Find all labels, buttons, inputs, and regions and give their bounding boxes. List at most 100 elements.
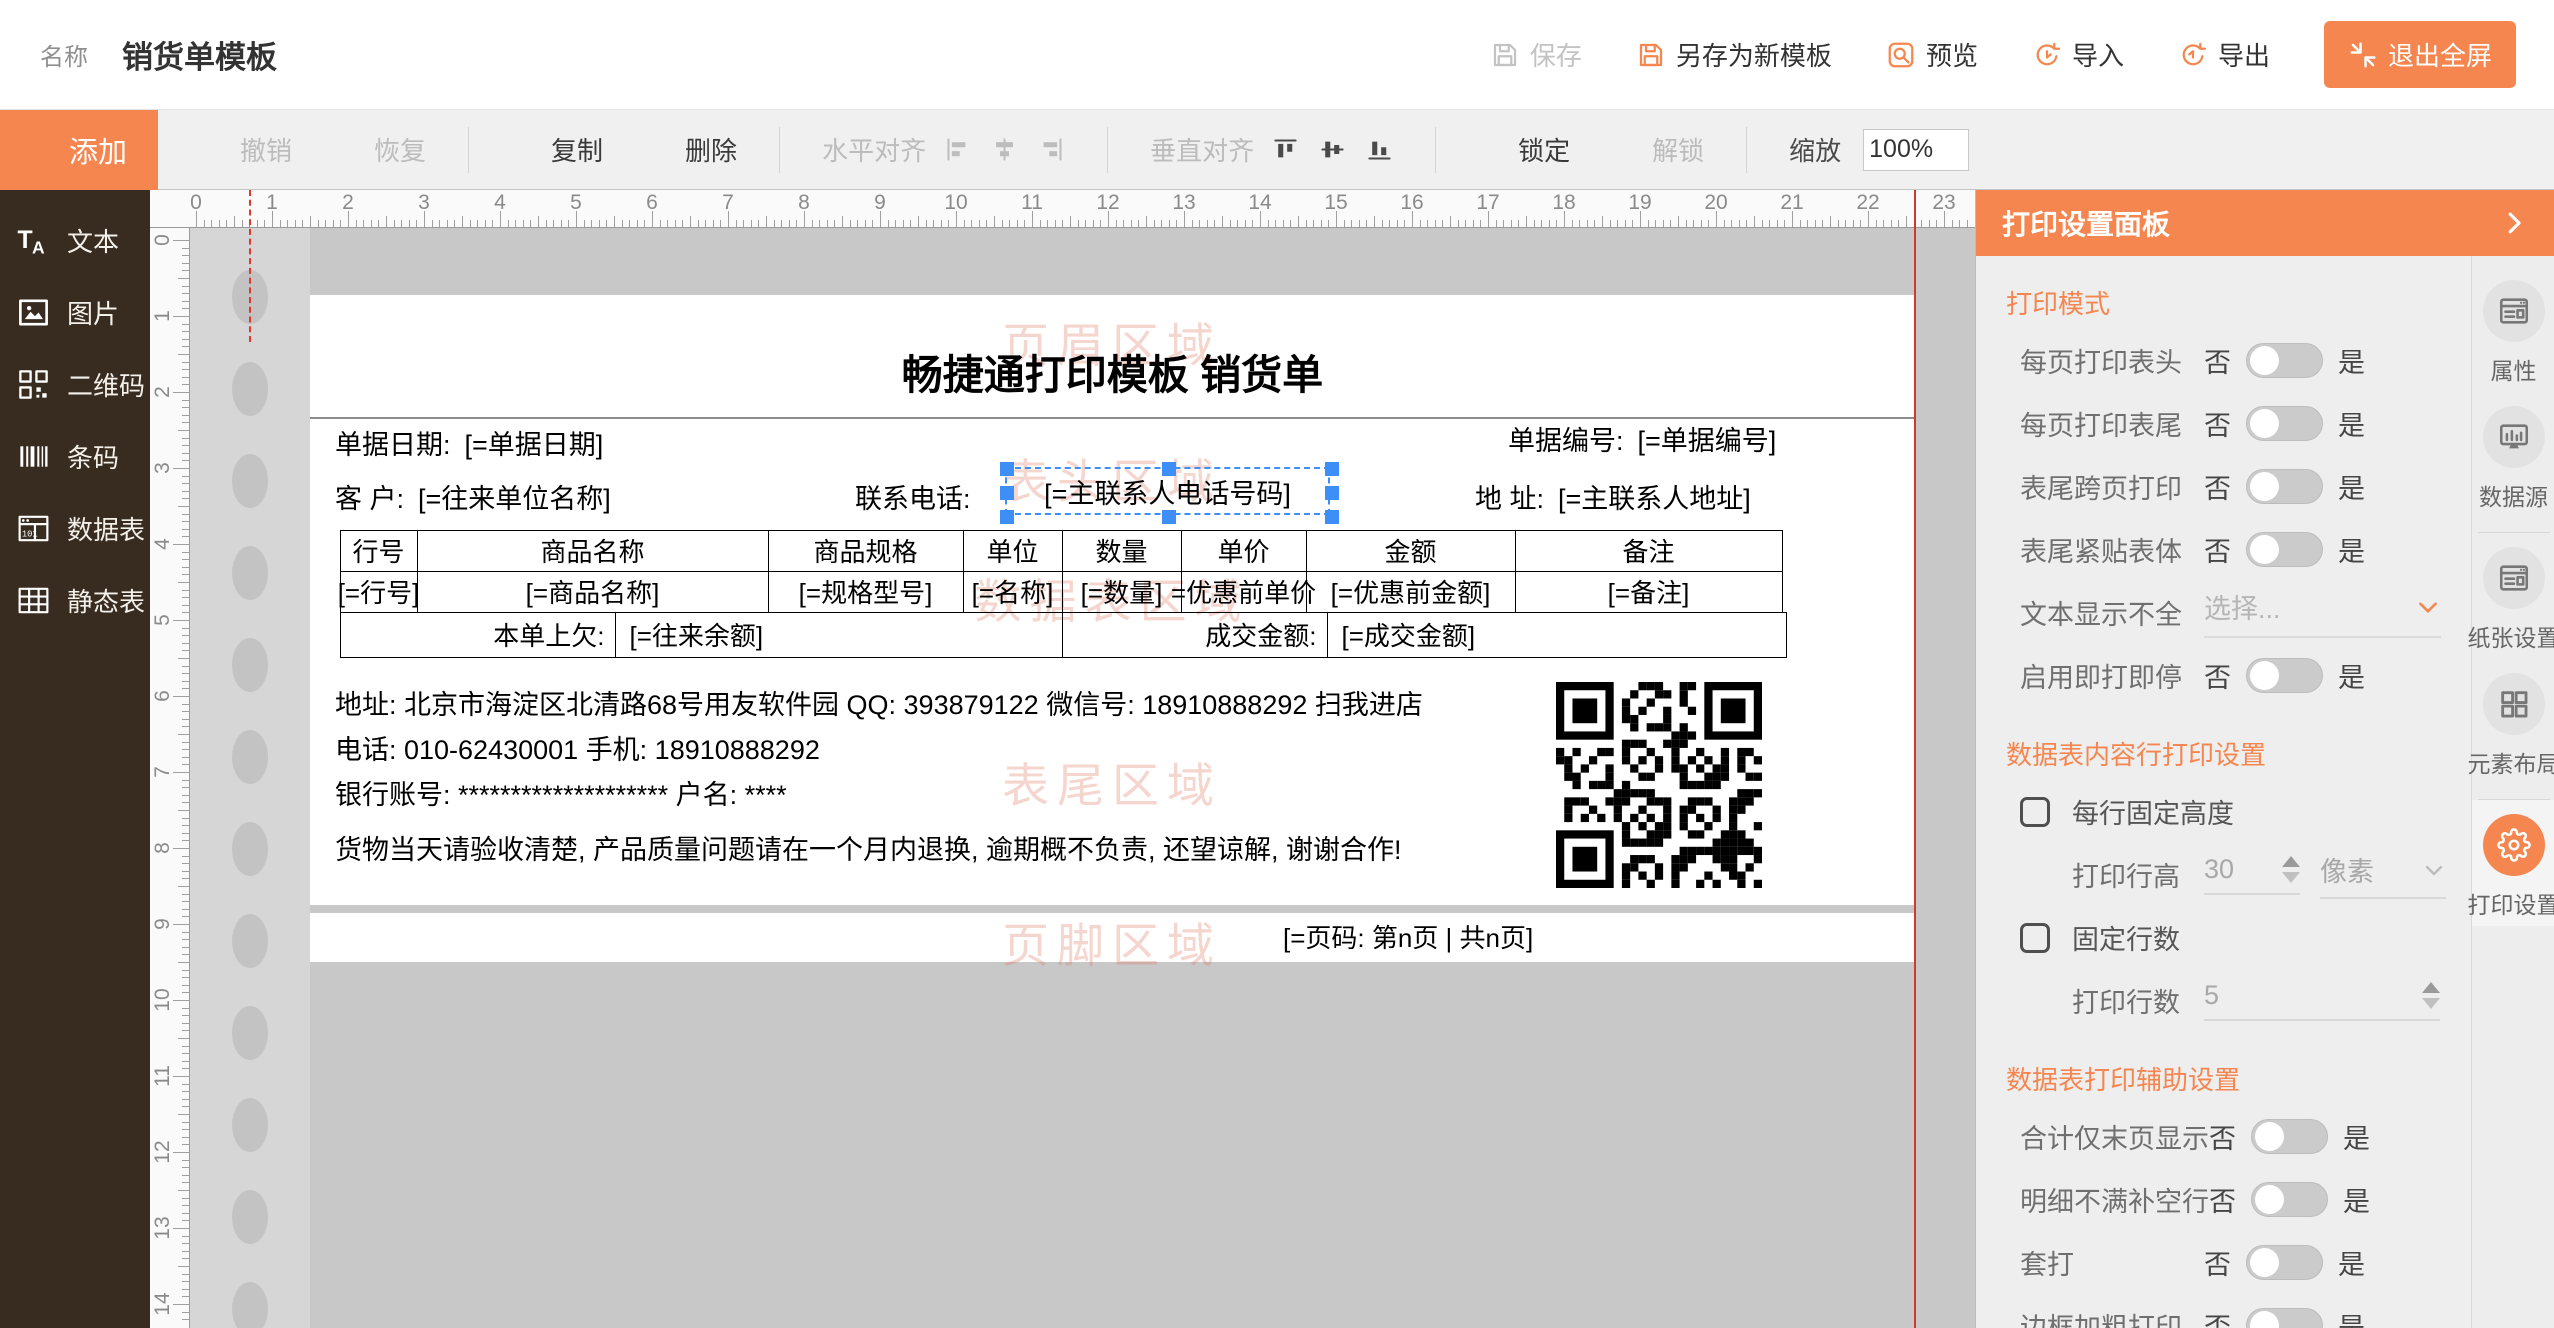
exit-fullscreen-button[interactable]: 退出全屏: [2323, 21, 2516, 88]
table-total-cell[interactable]: [=成交金额]: [1326, 611, 1787, 658]
document-page[interactable]: 页眉区域 表头区域 数据表区域 表尾区域 页脚区域 畅捷通打印模板 销货单 单据日期: [=单…: [310, 295, 1915, 972]
redo-button[interactable]: 恢复: [334, 131, 426, 168]
checkbox[interactable]: [2020, 796, 2050, 827]
table-data-cell[interactable]: [=优惠前金额]: [1305, 570, 1516, 613]
align-top-icon[interactable]: [1272, 136, 1299, 163]
page-number-placeholder[interactable]: [=页码: 第n页 | 共n页]: [1283, 918, 1533, 955]
selected-phone-field[interactable]: [=主联系人电话号码]: [1000, 462, 1339, 524]
align-bottom-icon[interactable]: [1366, 136, 1393, 163]
table-data-cell[interactable]: [=数量]: [1061, 570, 1182, 613]
design-canvas[interactable]: 0 1 2 3 4 5 6 7 8 9 10 11 12 13 14 15 16 17 18 19 20 21 22 23 0…: [150, 190, 1975, 1328]
footer-text-line[interactable]: 地址: 北京市海淀区北清路68号用友软件园 QQ: 393879122 微信号:…: [335, 683, 1423, 722]
selection-handle[interactable]: [1000, 510, 1014, 524]
doc-number-field[interactable]: 单据编号: [=单据编号]: [1508, 419, 1776, 458]
selection-handle[interactable]: [1325, 486, 1339, 500]
sidebar-item-barcode[interactable]: 条码: [0, 420, 150, 492]
stepper-up-icon[interactable]: [2422, 982, 2440, 993]
footer-text-line[interactable]: 银行账号: ******************** 户名: ****: [335, 773, 787, 812]
align-middle-icon[interactable]: [1319, 136, 1346, 163]
text-overflow-select[interactable]: 选择...: [2204, 587, 2441, 638]
doc-date-field[interactable]: 单据日期: [=单据日期]: [335, 423, 603, 462]
toggle-switch[interactable]: [2246, 469, 2323, 504]
stepper-down-icon[interactable]: [2282, 872, 2300, 883]
add-button[interactable]: 添加: [0, 109, 158, 190]
align-center-h-icon[interactable]: [991, 136, 1018, 163]
save-as-new-template-button[interactable]: 另存为新模板: [1636, 36, 1832, 73]
sidebar-item-text[interactable]: T A 文本: [0, 204, 150, 276]
align-right-icon[interactable]: [1038, 136, 1065, 163]
number-stepper[interactable]: [2282, 856, 2300, 883]
toggle-switch[interactable]: [2246, 406, 2323, 441]
phone-field-label[interactable]: 联系电话:: [855, 477, 971, 516]
sidebar-item-static-table[interactable]: 静态表: [0, 564, 150, 636]
customer-field[interactable]: 客 户: [=往来单位名称]: [335, 477, 611, 516]
table-total-cell[interactable]: 本单上欠:: [339, 611, 616, 658]
table-header-cell[interactable]: 数量: [1061, 529, 1182, 572]
sidebar-item-data-table[interactable]: 101 数据表: [0, 492, 150, 564]
footer-text-line[interactable]: 货物当天请验收清楚, 产品质量问题请在一个月内退换, 逾期概不负责, 还望谅解,…: [335, 828, 1402, 867]
unlock-button[interactable]: 解锁: [1612, 131, 1704, 168]
save-button[interactable]: 保存: [1490, 36, 1582, 73]
checkbox[interactable]: [2020, 922, 2050, 953]
ruler-tick: [182, 726, 189, 728]
table-data-cell[interactable]: =优惠前单价: [1171, 570, 1316, 613]
dock-item-data-source[interactable]: 数据源: [2472, 392, 2554, 518]
preview-button[interactable]: 预览: [1886, 36, 1978, 73]
table-total-cell[interactable]: 成交金额:: [1061, 611, 1328, 658]
toggle-switch[interactable]: [2246, 1308, 2323, 1328]
stepper-down-icon[interactable]: [2422, 998, 2440, 1009]
footer-text-line[interactable]: 电话: 010-62430001 手机: 18910888292: [335, 728, 820, 767]
table-data-cell[interactable]: [=备注]: [1514, 570, 1783, 613]
table-data-cell[interactable]: [=名称]: [962, 570, 1063, 613]
table-data-cell[interactable]: [=规格型号]: [767, 570, 964, 613]
toggle-switch[interactable]: [2246, 343, 2323, 378]
unit-select[interactable]: 像素: [2320, 850, 2446, 899]
table-header-cell[interactable]: 行号: [339, 529, 418, 572]
ruler-tick: [1700, 220, 1702, 227]
data-table-element[interactable]: 行号 商品名称 商品规格 单位 数量 单价 金额 备注 [=行号] [=商品名称] [=规格型号][…: [338, 529, 1787, 658]
import-button[interactable]: 导入: [2032, 36, 2124, 73]
selection-handle[interactable]: [1162, 462, 1176, 476]
stepper-up-icon[interactable]: [2282, 856, 2300, 867]
table-header-cell[interactable]: 商品规格: [767, 529, 964, 572]
table-header-cell[interactable]: 单价: [1180, 529, 1307, 572]
document-title[interactable]: 畅捷通打印模板 销货单: [310, 341, 1915, 401]
ruler-tick: [1100, 220, 1102, 227]
toggle-switch[interactable]: [2251, 1182, 2328, 1217]
table-header-cell[interactable]: 备注: [1514, 529, 1783, 572]
table-data-cell[interactable]: [=行号]: [338, 570, 419, 613]
undo-button[interactable]: 撤销: [200, 131, 292, 168]
dock-item-paper-settings[interactable]: 纸张设置: [2468, 533, 2554, 659]
selection-handle[interactable]: [1000, 462, 1014, 476]
toggle-switch[interactable]: [2246, 658, 2323, 693]
sidebar-item-image[interactable]: 图片: [0, 276, 150, 348]
zoom-select[interactable]: 100%: [1863, 128, 1970, 171]
selection-handle[interactable]: [1162, 510, 1176, 524]
toggle-switch[interactable]: [2246, 532, 2323, 567]
dock-item-print-settings[interactable]: 打印设置: [2468, 800, 2554, 926]
delete-button[interactable]: 删除: [645, 131, 737, 168]
number-input[interactable]: 5: [2204, 980, 2440, 1021]
selection-handle[interactable]: [1000, 486, 1014, 500]
qr-code-image[interactable]: [1556, 682, 1762, 888]
address-field[interactable]: 地 址: [=主联系人地址]: [1475, 477, 1751, 516]
dock-item-element-layout[interactable]: 元素布局: [2468, 659, 2554, 785]
toggle-switch[interactable]: [2246, 1245, 2323, 1280]
selection-handle[interactable]: [1325, 462, 1339, 476]
table-header-cell[interactable]: 商品名称: [416, 529, 769, 572]
table-data-cell[interactable]: [=商品名称]: [416, 570, 769, 613]
sidebar-item-qrcode[interactable]: 二维码: [0, 348, 150, 420]
table-header-cell[interactable]: 单位: [962, 529, 1063, 572]
export-button[interactable]: 导出: [2178, 36, 2270, 73]
dock-item-properties[interactable]: 属性: [2472, 266, 2554, 392]
toggle-switch[interactable]: [2251, 1119, 2328, 1154]
number-stepper[interactable]: [2422, 982, 2440, 1009]
table-header-cell[interactable]: 金额: [1305, 529, 1516, 572]
selection-handle[interactable]: [1325, 510, 1339, 524]
copy-button[interactable]: 复制: [511, 131, 603, 168]
table-total-cell[interactable]: [=往来余额]: [614, 611, 1063, 658]
lock-button[interactable]: 锁定: [1478, 131, 1570, 168]
chevron-right-icon[interactable]: [2499, 208, 2529, 238]
align-left-icon[interactable]: [944, 136, 971, 163]
number-input[interactable]: 30: [2204, 854, 2300, 895]
